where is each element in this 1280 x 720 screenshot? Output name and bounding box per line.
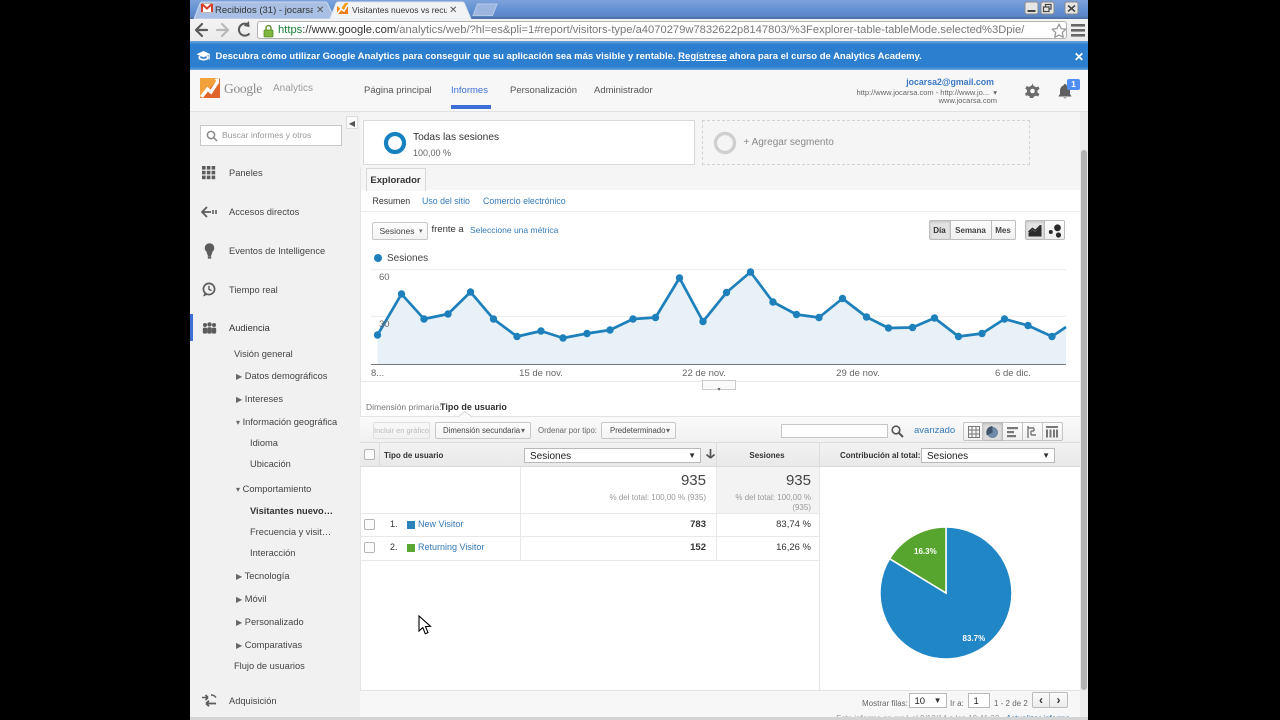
svg-text:22 de nov.: 22 de nov. xyxy=(682,368,726,379)
svg-text:16.3%: 16.3% xyxy=(914,547,937,556)
svg-text:15 de nov.: 15 de nov. xyxy=(519,368,563,379)
svg-text:60: 60 xyxy=(379,272,390,283)
svg-text:83.7%: 83.7% xyxy=(963,634,986,643)
svg-text:29 de nov.: 29 de nov. xyxy=(836,368,880,379)
svg-text:30: 30 xyxy=(379,319,390,330)
svg-text:6 de dic.: 6 de dic. xyxy=(995,368,1031,379)
svg-text:8...: 8... xyxy=(371,368,384,379)
